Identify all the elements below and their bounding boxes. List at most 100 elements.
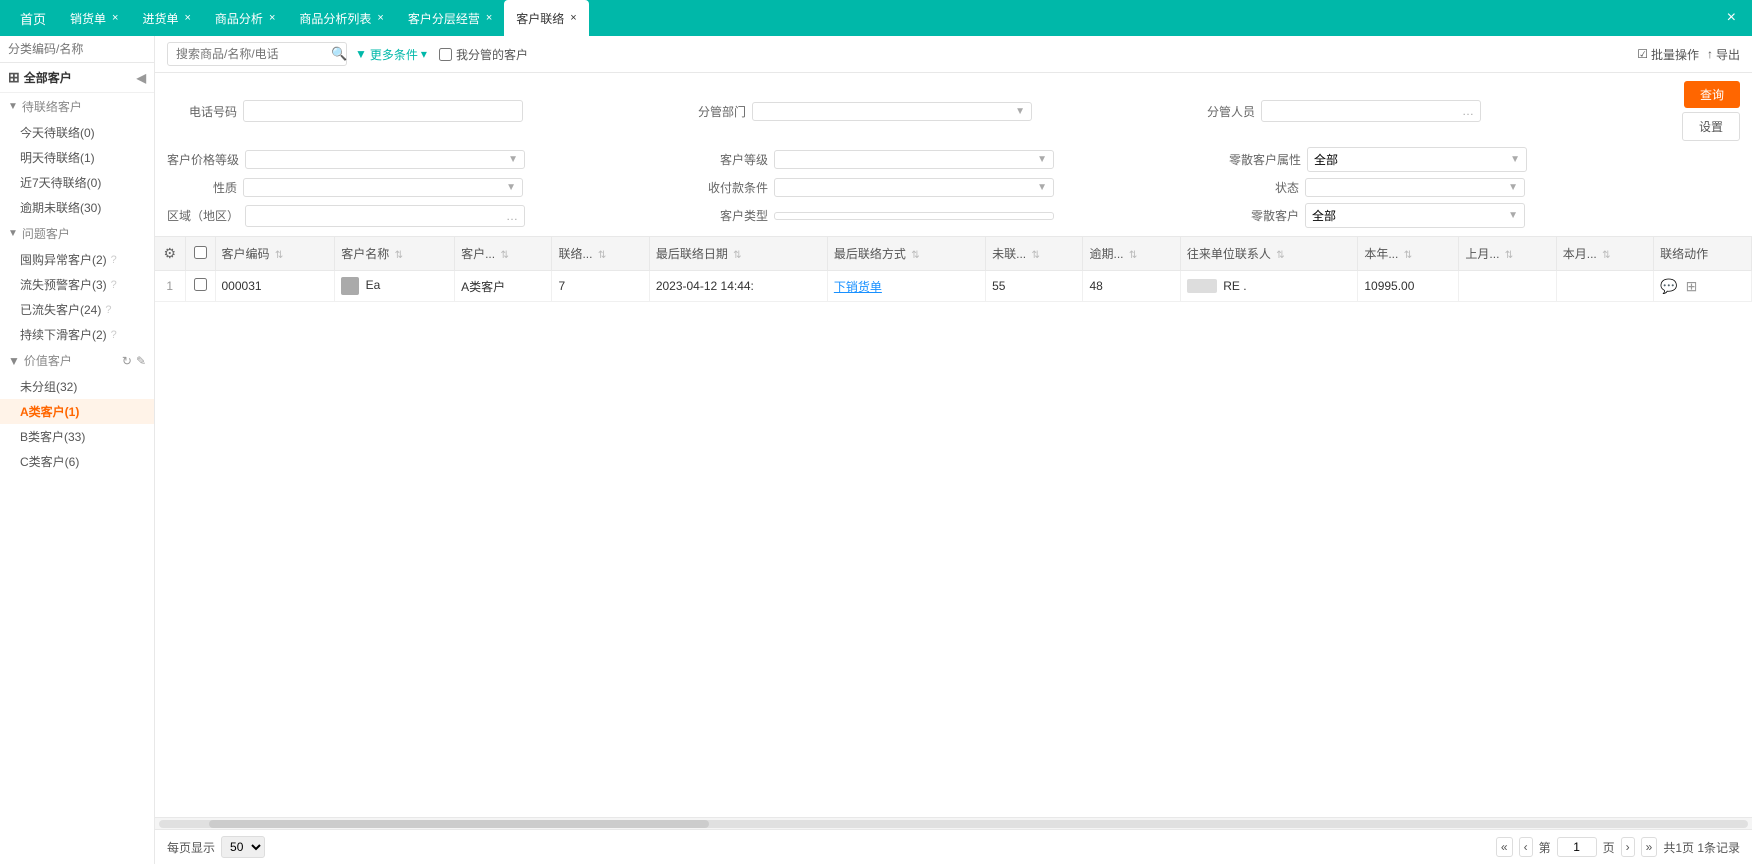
- customer-level-arrow: ▼: [1037, 154, 1047, 165]
- section-problem-customers[interactable]: ▼ 问题客户: [0, 220, 154, 247]
- sidebar-item-declining[interactable]: 持续下滑客户(2) ?: [0, 322, 154, 347]
- qr-icon[interactable]: ⊞: [1686, 278, 1698, 295]
- sidebar-item-churn-warning[interactable]: 流失预警客户(3) ?: [0, 272, 154, 297]
- row-checkbox[interactable]: [194, 278, 207, 291]
- refresh-icon[interactable]: ↻: [122, 354, 132, 368]
- help-icon-2: ?: [105, 304, 111, 316]
- export-btn[interactable]: ↑ 导出: [1707, 46, 1740, 63]
- dept-select-arrow: ▼: [1015, 106, 1025, 117]
- scroll-thumb[interactable]: [209, 820, 709, 828]
- sidebar-item-class-a[interactable]: A类客户(1): [0, 399, 154, 424]
- page-number-input[interactable]: [1557, 837, 1597, 857]
- nav-tab-0[interactable]: 销货单 ×: [58, 0, 130, 36]
- filter-row-3: 性质 ▼ 收付款条件 ▼ 状态: [167, 178, 1740, 197]
- customer-type-select[interactable]: [774, 212, 1054, 220]
- chat-icon[interactable]: 💬: [1660, 278, 1677, 295]
- filter-region: 区域（地区） …: [167, 205, 678, 227]
- sidebar-item-tomorrow[interactable]: 明天待联络(1): [0, 145, 154, 170]
- customer-level-select[interactable]: ▼: [774, 150, 1054, 169]
- setting-btn[interactable]: 设置: [1682, 112, 1740, 141]
- edit-icon[interactable]: ✎: [136, 354, 146, 368]
- filter-row-2: 客户价格等级 ▼ 客户等级 ▼ 零散客户属性 全部: [167, 147, 1740, 172]
- next-page-btn[interactable]: ›: [1621, 837, 1635, 857]
- close-tab-4[interactable]: ×: [486, 12, 492, 24]
- close-tab-0[interactable]: ×: [112, 12, 118, 24]
- collapse-sidebar-icon[interactable]: ◀: [137, 71, 146, 85]
- close-tab-5[interactable]: ×: [570, 12, 576, 24]
- main-search-input[interactable]: [176, 47, 331, 61]
- nav-tabs: 销货单 × 进货单 × 商品分析 × 商品分析列表 × 客户分层经营 × 客户联…: [58, 0, 589, 36]
- first-page-btn[interactable]: «: [1496, 837, 1513, 857]
- sidebar-item-overdue[interactable]: 逾期未联络(30): [0, 195, 154, 220]
- payment-select[interactable]: ▼: [774, 178, 1054, 197]
- retail-attr-select[interactable]: 全部 ▼: [1307, 147, 1527, 172]
- status-select[interactable]: ▼: [1305, 178, 1525, 197]
- row-code: 000031: [215, 271, 335, 302]
- nav-tab-4[interactable]: 客户分层经营 ×: [396, 0, 504, 36]
- filter-row-1: 电话号码 分管部门 ▼ 分管人员 …: [167, 81, 1740, 141]
- close-tab-3[interactable]: ×: [377, 12, 383, 24]
- sidebar-item-today[interactable]: 今天待联络(0): [0, 120, 154, 145]
- sidebar-item-ungrouped[interactable]: 未分组(32): [0, 374, 154, 399]
- last-page-btn[interactable]: »: [1641, 837, 1658, 857]
- sidebar-item-class-c[interactable]: C类客户(6): [0, 449, 154, 474]
- section-arrow-pending: ▼: [8, 101, 18, 112]
- row-last-method[interactable]: 下销货单: [827, 271, 985, 302]
- sidebar: 🔍 ⊞ 全部客户 ◀ ▼ 待联络客户 今天待联络(0) 明天待联络(1) 近7天…: [0, 36, 155, 864]
- sidebar-item-class-b[interactable]: B类客户(33): [0, 424, 154, 449]
- sidebar-item-churned[interactable]: 已流失客户(24) ?: [0, 297, 154, 322]
- filter-nature: 性质 ▼: [167, 178, 678, 197]
- prev-page-btn[interactable]: ‹: [1519, 837, 1533, 857]
- nav-tab-2[interactable]: 商品分析 ×: [203, 0, 287, 36]
- payment-arrow: ▼: [1037, 182, 1047, 193]
- more-conditions-btn[interactable]: ▼ 更多条件 ▾: [355, 46, 427, 63]
- price-level-arrow: ▼: [508, 154, 518, 165]
- chevron-down-icon: ▾: [421, 47, 427, 61]
- region-dots-icon[interactable]: …: [506, 209, 518, 223]
- row-num: 1: [155, 271, 185, 302]
- all-customers-header[interactable]: ⊞ 全部客户 ◀: [0, 63, 154, 93]
- select-all-checkbox[interactable]: [194, 246, 207, 259]
- price-level-select[interactable]: ▼: [245, 150, 525, 169]
- region-select[interactable]: …: [245, 205, 525, 227]
- manager-dots-icon[interactable]: …: [1462, 104, 1474, 118]
- batch-op-btn[interactable]: ☑ 批量操作: [1637, 46, 1699, 63]
- th-last-method: 最后联络方式 ⇅: [827, 237, 985, 271]
- sidebar-item-hoarding[interactable]: 囤购异常客户(2) ?: [0, 247, 154, 272]
- my-customers-filter: 我分管的客户: [439, 46, 528, 63]
- retail-customer-select[interactable]: 全部 ▼: [1305, 203, 1525, 228]
- nature-select[interactable]: ▼: [243, 178, 523, 197]
- filter-row-4: 区域（地区） … 客户类型 零散客户 全部 ▼: [167, 203, 1740, 228]
- gear-icon[interactable]: ⚙: [163, 245, 176, 261]
- export-icon: ↑: [1707, 47, 1713, 61]
- my-customers-checkbox[interactable]: [439, 48, 452, 61]
- row-contact-count: 7: [552, 271, 649, 302]
- phone-input[interactable]: [243, 100, 523, 122]
- dept-select[interactable]: ▼: [752, 102, 1032, 121]
- manager-select[interactable]: …: [1261, 100, 1481, 122]
- sort-name-icon: ⇅: [395, 250, 403, 261]
- sidebar-item-7days[interactable]: 近7天待联络(0): [0, 170, 154, 195]
- sort-thismonth-icon: ⇅: [1602, 250, 1610, 261]
- batch-op-checkbox-icon: ☑: [1637, 47, 1648, 61]
- page-size-select[interactable]: 50: [221, 836, 265, 858]
- footer-left: 每页显示 50: [167, 836, 265, 858]
- close-tab-2[interactable]: ×: [269, 12, 275, 24]
- nav-home[interactable]: 首页: [8, 9, 58, 28]
- content-area: 🔍 ▼ 更多条件 ▾ 我分管的客户 ☑ 批量操作 ↑ 导出: [155, 36, 1752, 864]
- sidebar-search-input[interactable]: [8, 42, 155, 56]
- horizontal-scrollbar[interactable]: [155, 817, 1752, 829]
- filter-status: 状态 ▼: [1229, 178, 1740, 197]
- nav-tab-3[interactable]: 商品分析列表 ×: [287, 0, 395, 36]
- nav-tab-1[interactable]: 进货单 ×: [130, 0, 202, 36]
- section-pending-contact[interactable]: ▼ 待联络客户: [0, 93, 154, 120]
- main-search-icon[interactable]: 🔍: [331, 46, 347, 62]
- row-this-month: [1556, 271, 1653, 302]
- window-close-icon[interactable]: ×: [1719, 9, 1744, 27]
- query-btn[interactable]: 查询: [1684, 81, 1740, 108]
- close-tab-1[interactable]: ×: [184, 12, 190, 24]
- nav-tab-5[interactable]: 客户联络 ×: [504, 0, 588, 36]
- sort-unlinked-icon: ⇅: [1031, 250, 1039, 261]
- filter-icon: ▼: [355, 47, 367, 61]
- section-value-customers[interactable]: ▼ 价值客户 ↻ ✎: [0, 347, 154, 374]
